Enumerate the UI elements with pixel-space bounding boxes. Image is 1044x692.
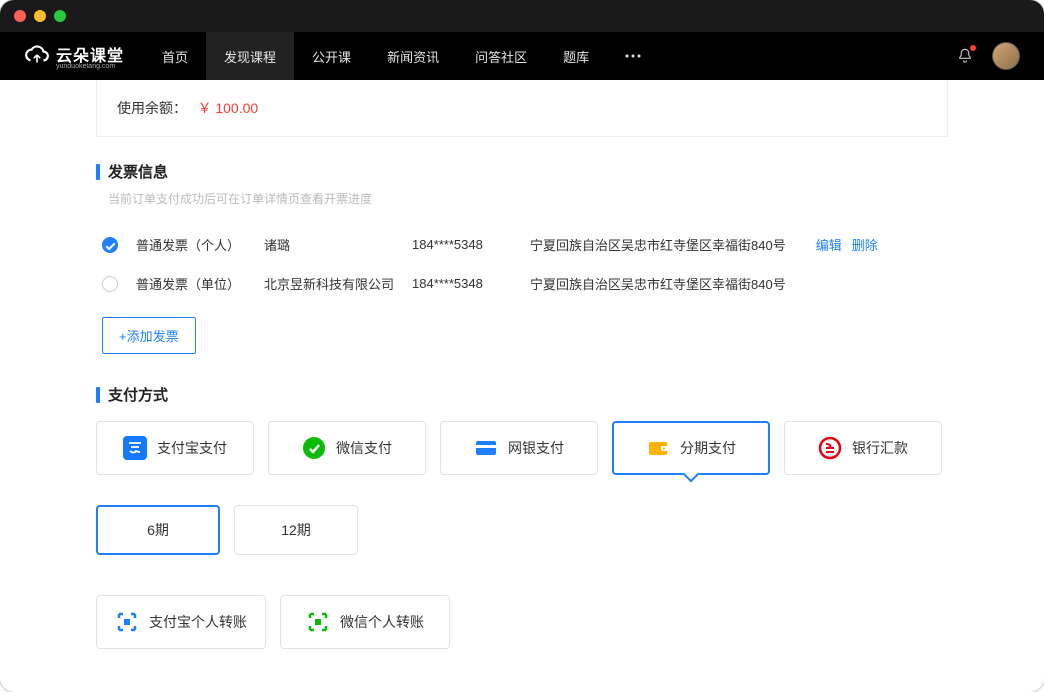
notification-dot-icon xyxy=(970,45,976,51)
nav-right xyxy=(956,42,1020,70)
invoice-name: 诸璐 xyxy=(264,235,394,254)
nav-items: 首页 发现课程 公开课 新闻资讯 问答社区 题库 xyxy=(144,32,659,80)
balance-label: 使用余额： xyxy=(117,100,187,116)
payment-section: 支付方式 支付宝支付 微信支付 网银支付 分期支付 xyxy=(96,384,948,649)
delete-link[interactable]: 删除 xyxy=(852,235,878,254)
transfer-alipay[interactable]: 支付宝个人转账 xyxy=(96,595,266,649)
term-6[interactable]: 6期 xyxy=(96,505,220,555)
pay-label: 银行汇款 xyxy=(852,438,908,458)
nav-home[interactable]: 首页 xyxy=(144,32,206,80)
more-icon xyxy=(625,54,641,58)
alipay-icon xyxy=(123,436,147,460)
add-invoice-button[interactable]: +添加发票 xyxy=(102,317,196,354)
minimize-window-dot[interactable] xyxy=(34,10,46,22)
transfer-row: 支付宝个人转账 微信个人转账 xyxy=(96,595,948,649)
invoice-address: 宁夏回族自治区吴忠市红寺堡区幸福街840号 xyxy=(530,274,786,293)
edit-link[interactable]: 编辑 xyxy=(816,235,842,254)
user-avatar[interactable] xyxy=(992,42,1020,70)
invoice-name: 北京昱新科技有限公司 xyxy=(264,274,394,293)
scan-green-icon xyxy=(306,610,330,634)
wallet-icon xyxy=(646,436,670,460)
nav-more[interactable] xyxy=(607,32,659,80)
nav-qa[interactable]: 问答社区 xyxy=(457,32,545,80)
invoice-actions: 编辑 删除 xyxy=(816,235,878,254)
balance-amount: ￥ 100.00 xyxy=(197,100,258,116)
invoice-phone: 184****5348 xyxy=(412,237,512,252)
pay-wechat[interactable]: 微信支付 xyxy=(268,421,426,475)
logo[interactable]: 云朵课堂 yunduoketang.com xyxy=(24,42,124,70)
top-navigation: 云朵课堂 yunduoketang.com 首页 发现课程 公开课 新闻资讯 问… xyxy=(0,32,1044,80)
invoice-address: 宁夏回族自治区吴忠市红寺堡区幸福街840号 xyxy=(530,235,786,254)
invoice-title: 发票信息 xyxy=(96,161,948,182)
pay-label: 支付宝支付 xyxy=(157,438,227,458)
invoice-subtitle: 当前订单支付成功后可在订单详情页查看开票进度 xyxy=(96,190,948,207)
invoice-row-personal[interactable]: 普通发票（个人） 诸璐 184****5348 宁夏回族自治区吴忠市红寺堡区幸福… xyxy=(96,225,948,264)
page-content: 使用余额： ￥ 100.00 发票信息 当前订单支付成功后可在订单详情页查看开票… xyxy=(0,80,1044,692)
pay-installment[interactable]: 分期支付 xyxy=(612,421,770,475)
logo-subtext: yunduoketang.com xyxy=(56,63,124,70)
invoice-row-company[interactable]: 普通发票（单位） 北京昱新科技有限公司 184****5348 宁夏回族自治区吴… xyxy=(96,264,948,303)
cloud-logo-icon xyxy=(24,43,50,69)
term-12[interactable]: 12期 xyxy=(234,505,358,555)
scan-blue-icon xyxy=(115,610,139,634)
maximize-window-dot[interactable] xyxy=(54,10,66,22)
pay-remit[interactable]: 银行汇款 xyxy=(784,421,942,475)
transfer-wechat[interactable]: 微信个人转账 xyxy=(280,595,450,649)
invoice-phone: 184****5348 xyxy=(412,276,512,291)
app-window: 云朵课堂 yunduoketang.com 首页 发现课程 公开课 新闻资讯 问… xyxy=(0,0,1044,692)
payment-title: 支付方式 xyxy=(96,384,948,405)
payment-methods-row: 支付宝支付 微信支付 网银支付 分期支付 银行汇款 xyxy=(96,421,948,475)
transfer-label: 微信个人转账 xyxy=(340,612,424,632)
window-titlebar xyxy=(0,0,1044,32)
radio-checked-icon[interactable] xyxy=(102,237,118,253)
nav-discover[interactable]: 发现课程 xyxy=(206,32,294,80)
nav-bank[interactable]: 题库 xyxy=(545,32,607,80)
pay-alipay[interactable]: 支付宝支付 xyxy=(96,421,254,475)
wechat-icon xyxy=(302,436,326,460)
close-window-dot[interactable] xyxy=(14,10,26,22)
balance-box: 使用余额： ￥ 100.00 xyxy=(96,80,948,137)
nav-public[interactable]: 公开课 xyxy=(294,32,369,80)
pay-label: 网银支付 xyxy=(508,438,564,458)
radio-unchecked-icon[interactable] xyxy=(102,276,118,292)
installment-terms-row: 6期 12期 xyxy=(96,505,948,555)
notification-bell[interactable] xyxy=(956,47,974,65)
invoice-type: 普通发票（个人） xyxy=(136,235,246,254)
pay-bank[interactable]: 网银支付 xyxy=(440,421,598,475)
remit-icon xyxy=(818,436,842,460)
bank-card-icon xyxy=(474,436,498,460)
transfer-label: 支付宝个人转账 xyxy=(149,612,247,632)
invoice-type: 普通发票（单位） xyxy=(136,274,246,293)
invoice-section: 发票信息 当前订单支付成功后可在订单详情页查看开票进度 普通发票（个人） 诸璐 … xyxy=(96,161,948,354)
pay-label: 微信支付 xyxy=(336,438,392,458)
nav-news[interactable]: 新闻资讯 xyxy=(369,32,457,80)
pay-label: 分期支付 xyxy=(680,438,736,458)
